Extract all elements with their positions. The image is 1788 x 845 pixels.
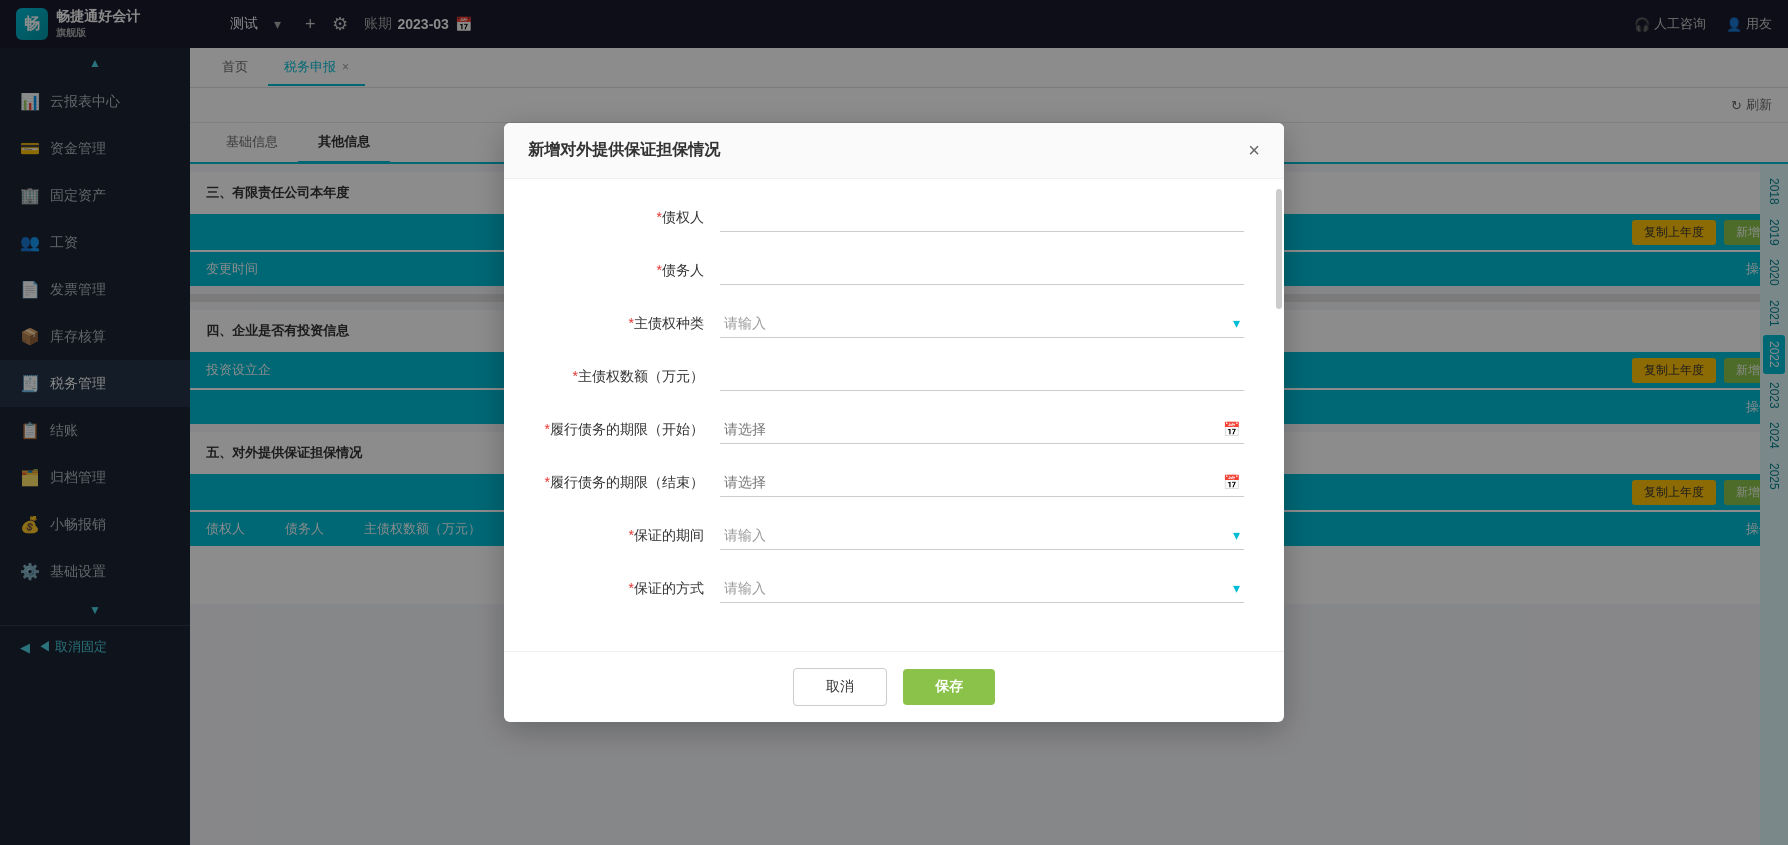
dialog-footer: 取消 保存 — [504, 651, 1284, 722]
dialog-overlay: 新增对外提供保证担保情况 × *债权人 *债务人 — [0, 0, 1788, 845]
label-guarantee-method: *保证的方式 — [544, 580, 704, 598]
select-wrapper-debt-type: 请输入 ▾ — [720, 309, 1244, 338]
select-debt-type[interactable]: 请输入 — [720, 309, 1244, 337]
form-row-debtor: *债务人 — [544, 256, 1244, 285]
dialog-body: *债权人 *债务人 *主债权种类 请输入 — [504, 179, 1284, 651]
form-row-guarantee-period: *保证的期间 请输入 ▾ — [544, 521, 1244, 550]
form-row-creditor: *债权人 — [544, 203, 1244, 232]
calendar-end-icon[interactable]: 📅 — [1223, 474, 1240, 490]
form-row-debt-amount: *主债权数额（万元） — [544, 362, 1244, 391]
select-wrapper-guarantee-period: 请输入 ▾ — [720, 521, 1244, 550]
form-row-guarantee-method: *保证的方式 请输入 ▾ — [544, 574, 1244, 603]
input-period-end[interactable] — [720, 468, 1244, 496]
input-debt-amount[interactable] — [720, 362, 1244, 391]
save-button[interactable]: 保存 — [903, 669, 995, 705]
dialog-header: 新增对外提供保证担保情况 × — [504, 123, 1284, 179]
input-debtor[interactable] — [720, 256, 1244, 285]
dialog-scrollbar[interactable] — [1276, 189, 1282, 309]
form-row-debt-type: *主债权种类 请输入 ▾ — [544, 309, 1244, 338]
dialog-title: 新增对外提供保证担保情况 — [528, 140, 720, 161]
select-guarantee-method[interactable]: 请输入 — [720, 574, 1244, 602]
label-period-start: *履行债务的期限（开始） — [544, 421, 704, 439]
calendar-start-icon[interactable]: 📅 — [1223, 421, 1240, 437]
label-debt-amount: *主债权数额（万元） — [544, 368, 704, 386]
input-period-start[interactable] — [720, 415, 1244, 443]
date-wrapper-start: 📅 — [720, 415, 1244, 444]
label-debt-type: *主债权种类 — [544, 315, 704, 333]
select-wrapper-guarantee-method: 请输入 ▾ — [720, 574, 1244, 603]
cancel-button[interactable]: 取消 — [793, 668, 887, 706]
label-creditor: *债权人 — [544, 209, 704, 227]
label-debtor: *债务人 — [544, 262, 704, 280]
form-row-period-end: *履行债务的期限（结束） 📅 — [544, 468, 1244, 497]
label-period-end: *履行债务的期限（结束） — [544, 474, 704, 492]
dialog-close-button[interactable]: × — [1248, 139, 1260, 162]
input-creditor[interactable] — [720, 203, 1244, 232]
label-guarantee-period: *保证的期间 — [544, 527, 704, 545]
form-row-period-start: *履行债务的期限（开始） 📅 — [544, 415, 1244, 444]
select-guarantee-period[interactable]: 请输入 — [720, 521, 1244, 549]
dialog: 新增对外提供保证担保情况 × *债权人 *债务人 — [504, 123, 1284, 722]
date-wrapper-end: 📅 — [720, 468, 1244, 497]
